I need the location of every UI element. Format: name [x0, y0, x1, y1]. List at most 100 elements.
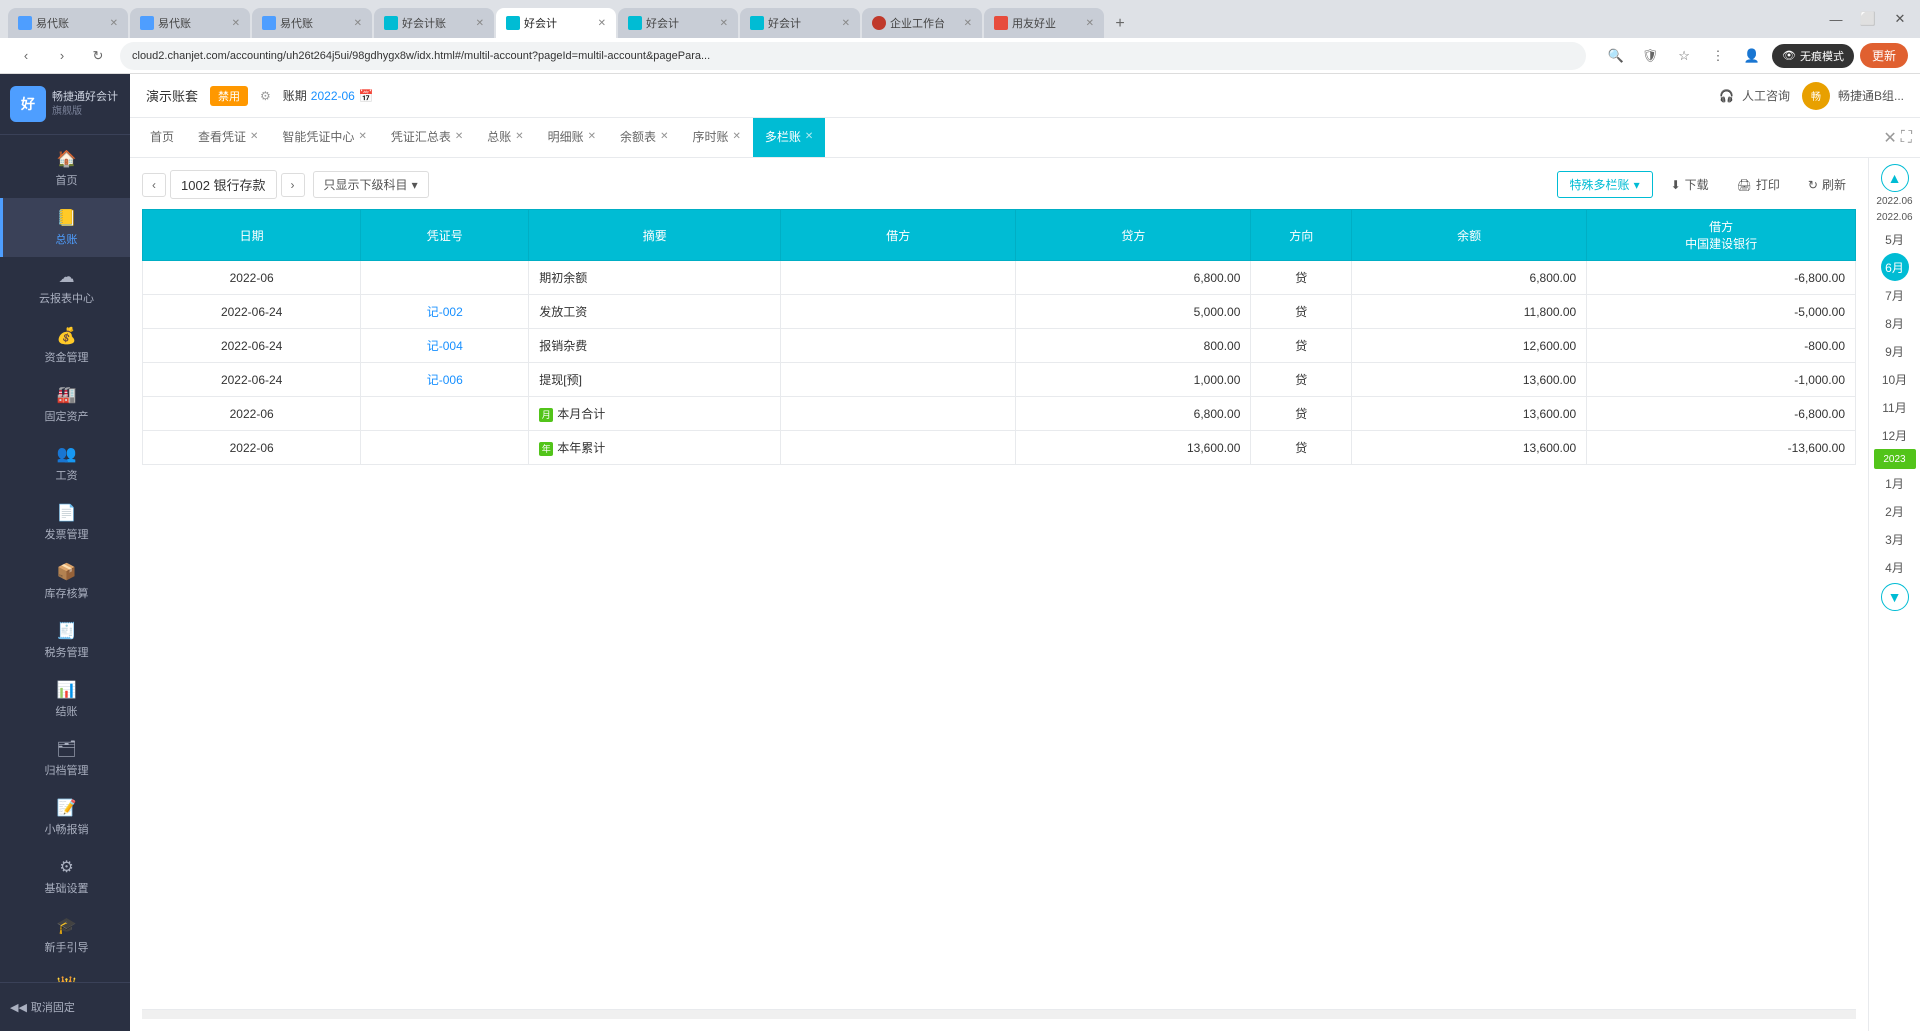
browser-tab-1[interactable]: 易代账 ✕ [8, 8, 128, 38]
tab-panel-controls: ✕ ⛶ [1883, 128, 1912, 148]
account-badge[interactable]: 禁用 [210, 86, 248, 106]
url-bar[interactable]: cloud2.chanjet.com/accounting/uh26t264j5… [120, 42, 1586, 70]
tab-multi-column[interactable]: 多栏账 ✕ [753, 118, 825, 158]
browser-tab-6[interactable]: 好会计 ✕ [618, 8, 738, 38]
cal-month-9[interactable]: 9月 [1874, 337, 1916, 365]
voucher-link[interactable]: 记-002 [427, 305, 463, 319]
cal-month-6[interactable]: 6月 [1881, 253, 1909, 281]
cal-month-2023-3[interactable]: 3月 [1874, 525, 1916, 553]
browser-tab-7[interactable]: 好会计 ✕ [740, 8, 860, 38]
cal-month-2023-1[interactable]: 1月 [1874, 469, 1916, 497]
sidebar-item-archive[interactable]: 🗂 归档管理 [0, 729, 130, 788]
wuhen-mode-button[interactable]: 👁 无痕模式 [1772, 44, 1854, 68]
refresh-button[interactable]: ↻ 刷新 [1798, 172, 1856, 197]
sidebar-item-close-accounts[interactable]: 📊 结账 [0, 670, 130, 729]
tab-general-ledger-close[interactable]: ✕ [515, 131, 523, 142]
cal-month-7[interactable]: 7月 [1874, 281, 1916, 309]
tab-close-4[interactable]: ✕ [476, 18, 484, 29]
tab-voucher-view-close[interactable]: ✕ [250, 131, 258, 142]
print-button[interactable]: 🖨 打印 [1727, 172, 1790, 197]
tab-close-7[interactable]: ✕ [842, 18, 850, 29]
horizontal-scrollbar[interactable] [142, 1009, 1856, 1019]
voucher-link[interactable]: 记-004 [427, 339, 463, 353]
prev-account-button[interactable]: ‹ [142, 173, 166, 197]
profile-icon[interactable]: 👤 [1738, 42, 1766, 70]
tab-journal[interactable]: 序时账 ✕ [680, 118, 752, 158]
download-button[interactable]: ⬇ 下载 [1661, 172, 1719, 197]
expand-panel-button[interactable]: ⛶ [1901, 129, 1912, 147]
tab-voucher-summary-close[interactable]: ✕ [455, 131, 463, 142]
tab-smart-voucher-close[interactable]: ✕ [358, 131, 366, 142]
search-icon[interactable]: 🔍 [1602, 42, 1630, 70]
voucher-link[interactable]: 记-006 [427, 373, 463, 387]
tab-home[interactable]: 首页 [138, 118, 186, 158]
browser-tab-8[interactable]: 企业工作台 ✕ [862, 8, 982, 38]
sidebar-item-invoice[interactable]: 📄 发票管理 [0, 493, 130, 552]
close-panel-button[interactable]: ✕ [1883, 128, 1896, 148]
tab-close-3[interactable]: ✕ [354, 18, 362, 29]
tab-close-9[interactable]: ✕ [1086, 18, 1094, 29]
calendar-scroll-down[interactable]: ▼ [1881, 583, 1909, 611]
minimize-button[interactable]: — [1824, 7, 1848, 31]
browser-tab-2[interactable]: 易代账 ✕ [130, 8, 250, 38]
sidebar-item-salary[interactable]: 👥 工资 [0, 434, 130, 493]
cal-month-11[interactable]: 11月 [1874, 393, 1916, 421]
user-section[interactable]: 畅 畅捷通B组... [1802, 82, 1904, 110]
new-tab-button[interactable]: + [1106, 10, 1134, 38]
cal-month-12[interactable]: 12月 [1874, 421, 1916, 449]
reload-button[interactable]: ↻ [84, 42, 112, 70]
tab-balance-close[interactable]: ✕ [660, 131, 668, 142]
close-window-button[interactable]: ✕ [1888, 7, 1912, 31]
sidebar-item-member[interactable]: 👑 畅会员 [0, 965, 130, 982]
tab-close-5[interactable]: ✕ [598, 18, 606, 29]
tab-balance[interactable]: 余额表 ✕ [608, 118, 680, 158]
maximize-button[interactable]: ⬜ [1856, 7, 1880, 31]
tab-detail-ledger-close[interactable]: ✕ [588, 131, 596, 142]
tab-multi-column-close[interactable]: ✕ [805, 131, 813, 142]
tab-voucher-view[interactable]: 查看凭证 ✕ [186, 118, 270, 158]
sidebar-item-tax[interactable]: 🧾 税务管理 [0, 611, 130, 670]
tab-close-2[interactable]: ✕ [232, 18, 240, 29]
cal-month-8[interactable]: 8月 [1874, 309, 1916, 337]
cal-month-10[interactable]: 10月 [1874, 365, 1916, 393]
cal-month-2023-4[interactable]: 4月 [1874, 553, 1916, 581]
pin-toggle[interactable]: ◀◀ 取消固定 [0, 991, 130, 1023]
cal-month-2023-2[interactable]: 2月 [1874, 497, 1916, 525]
star-icon[interactable]: ☆ [1670, 42, 1698, 70]
browser-tab-3[interactable]: 易代账 ✕ [252, 8, 372, 38]
sidebar-item-assets[interactable]: 🏭 固定资产 [0, 375, 130, 434]
tab-close-8[interactable]: ✕ [964, 18, 972, 29]
sidebar-item-inventory[interactable]: 📦 库存核算 [0, 552, 130, 611]
sidebar-item-settings[interactable]: ⚙ 基础设置 [0, 847, 130, 906]
sidebar-item-guide[interactable]: 🎓 新手引导 [0, 906, 130, 965]
calendar-icon[interactable]: 📅 [359, 89, 374, 103]
tab-close-6[interactable]: ✕ [720, 18, 728, 29]
sidebar-item-funds[interactable]: 💰 资金管理 [0, 316, 130, 375]
sidebar-item-ledger[interactable]: 📒 总账 [0, 198, 130, 257]
consult-section[interactable]: 🎧 人工咨询 [1719, 87, 1790, 104]
forward-button[interactable]: › [48, 42, 76, 70]
tab-detail-ledger[interactable]: 明细账 ✕ [536, 118, 608, 158]
special-multi-column-button[interactable]: 特殊多栏账 ▾ [1557, 171, 1653, 198]
tab-smart-voucher[interactable]: 智能凭证中心 ✕ [270, 118, 378, 158]
sidebar-item-expense[interactable]: 📝 小畅报销 [0, 788, 130, 847]
topbar-settings-icon[interactable]: ⚙ [260, 89, 271, 103]
cal-month-5[interactable]: 5月 [1874, 225, 1916, 253]
browser-tab-4[interactable]: 好会计账 ✕ [374, 8, 494, 38]
tab-journal-close[interactable]: ✕ [732, 131, 740, 142]
tab-close-1[interactable]: ✕ [110, 18, 118, 29]
next-account-button[interactable]: › [281, 173, 305, 197]
browser-tab-9[interactable]: 用友好业 ✕ [984, 8, 1104, 38]
sidebar-item-cloud-report[interactable]: ☁ 云报表中心 [0, 257, 130, 316]
filter-dropdown[interactable]: 只显示下级科目 ▾ [313, 171, 429, 198]
calendar-scroll-up[interactable]: ▲ [1881, 164, 1909, 192]
sidebar-item-home[interactable]: 🏠 首页 [0, 139, 130, 198]
browser-tab-5[interactable]: 好会计 ✕ [496, 8, 616, 38]
tab-general-ledger[interactable]: 总账 ✕ [475, 118, 535, 158]
tab-voucher-summary[interactable]: 凭证汇总表 ✕ [379, 118, 475, 158]
member-icon: 👑 [57, 975, 77, 982]
update-button[interactable]: 更新 [1860, 43, 1908, 68]
shield-icon[interactable]: 🛡 [1636, 42, 1664, 70]
browser-menu-icon[interactable]: ⋮ [1704, 42, 1732, 70]
back-button[interactable]: ‹ [12, 42, 40, 70]
